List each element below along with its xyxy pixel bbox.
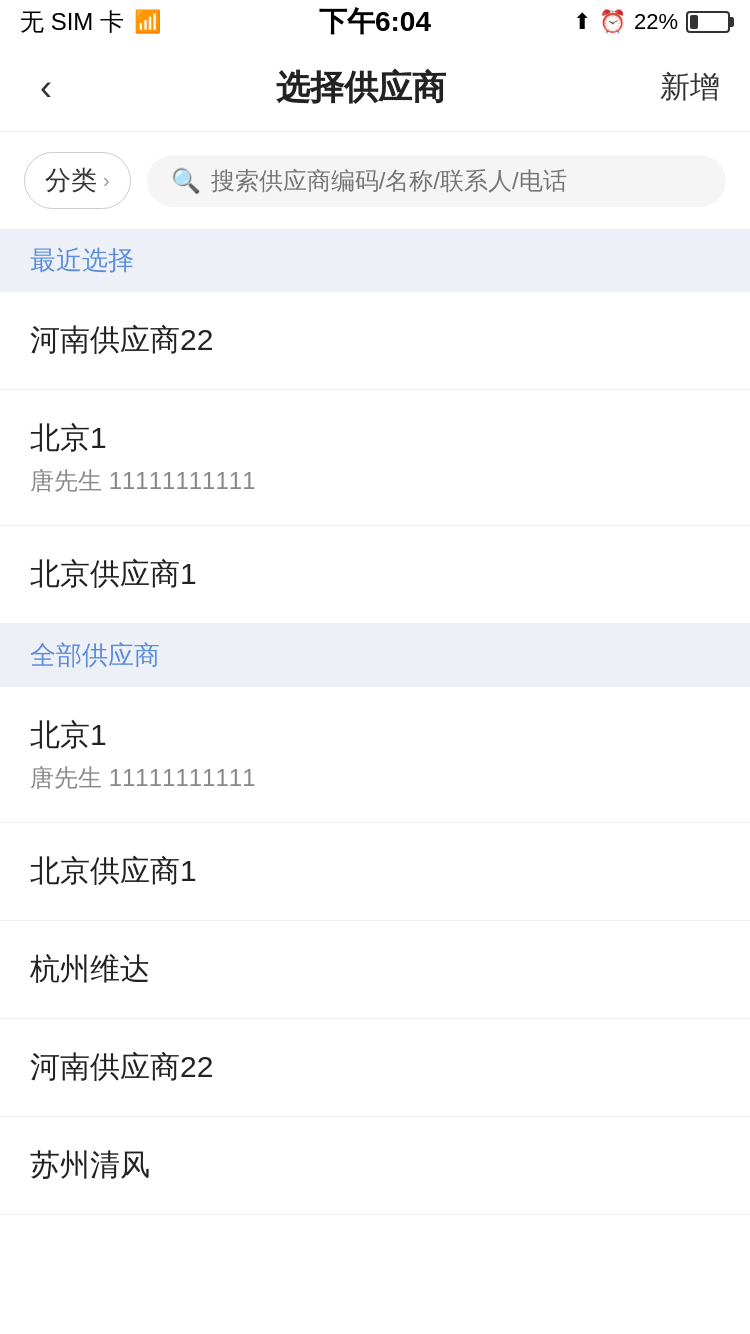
list-item[interactable]: 北京1 唐先生 11111111111: [0, 687, 750, 823]
item-sub: 唐先生 11111111111: [30, 762, 720, 794]
item-name: 河南供应商22: [30, 320, 720, 361]
status-bar: 无 SIM 卡 📶 下午6:04 ⬆ ⏰ 22%: [0, 0, 750, 44]
item-name: 河南供应商22: [30, 1047, 720, 1088]
alarm-icon: ⏰: [599, 9, 626, 35]
item-name: 北京1: [30, 715, 720, 756]
item-name: 北京供应商1: [30, 851, 720, 892]
status-right: ⬆ ⏰ 22%: [573, 9, 730, 35]
battery-text: 22%: [634, 9, 678, 35]
list-item[interactable]: 北京供应商1: [0, 823, 750, 921]
page-title: 选择供应商: [276, 65, 446, 111]
list-item[interactable]: 杭州维达: [0, 921, 750, 1019]
nav-bar: ‹ 选择供应商 新增: [0, 44, 750, 132]
wifi-icon: 📶: [134, 9, 161, 35]
battery-icon: [686, 11, 730, 33]
all-list: 北京1 唐先生 11111111111 北京供应商1 杭州维达河南供应商22 苏州清风: [0, 687, 750, 1215]
location-icon: ⬆: [573, 9, 591, 35]
search-bar: 分类 › 🔍: [0, 132, 750, 229]
list-item[interactable]: 河南供应商22: [0, 292, 750, 390]
search-input-wrap: 🔍: [147, 155, 726, 207]
list-item[interactable]: 苏州清风: [0, 1117, 750, 1215]
category-button[interactable]: 分类 ›: [24, 152, 131, 209]
recent-list: 河南供应商22 北京1 唐先生 11111111111 北京供应商1: [0, 292, 750, 624]
search-input[interactable]: [211, 167, 702, 195]
status-time: 下午6:04: [319, 3, 431, 41]
item-name: 北京供应商1: [30, 554, 720, 595]
list-item[interactable]: 北京1 唐先生 11111111111: [0, 390, 750, 526]
list-item[interactable]: 河南供应商22: [0, 1019, 750, 1117]
all-section-header: 全部供应商: [0, 624, 750, 687]
status-left: 无 SIM 卡 📶: [20, 6, 161, 38]
search-icon: 🔍: [171, 167, 201, 195]
back-button[interactable]: ‹: [30, 57, 62, 119]
add-button[interactable]: 新增: [660, 67, 720, 108]
all-section-label: 全部供应商: [30, 640, 160, 670]
category-label: 分类: [45, 163, 97, 198]
item-name: 北京1: [30, 418, 720, 459]
carrier-text: 无 SIM 卡: [20, 6, 124, 38]
recent-section-label: 最近选择: [30, 245, 134, 275]
recent-section-header: 最近选择: [0, 229, 750, 292]
item-name: 苏州清风: [30, 1145, 720, 1186]
item-sub: 唐先生 11111111111: [30, 465, 720, 497]
list-item[interactable]: 北京供应商1: [0, 526, 750, 624]
item-name: 杭州维达: [30, 949, 720, 990]
chevron-right-icon: ›: [103, 169, 110, 192]
